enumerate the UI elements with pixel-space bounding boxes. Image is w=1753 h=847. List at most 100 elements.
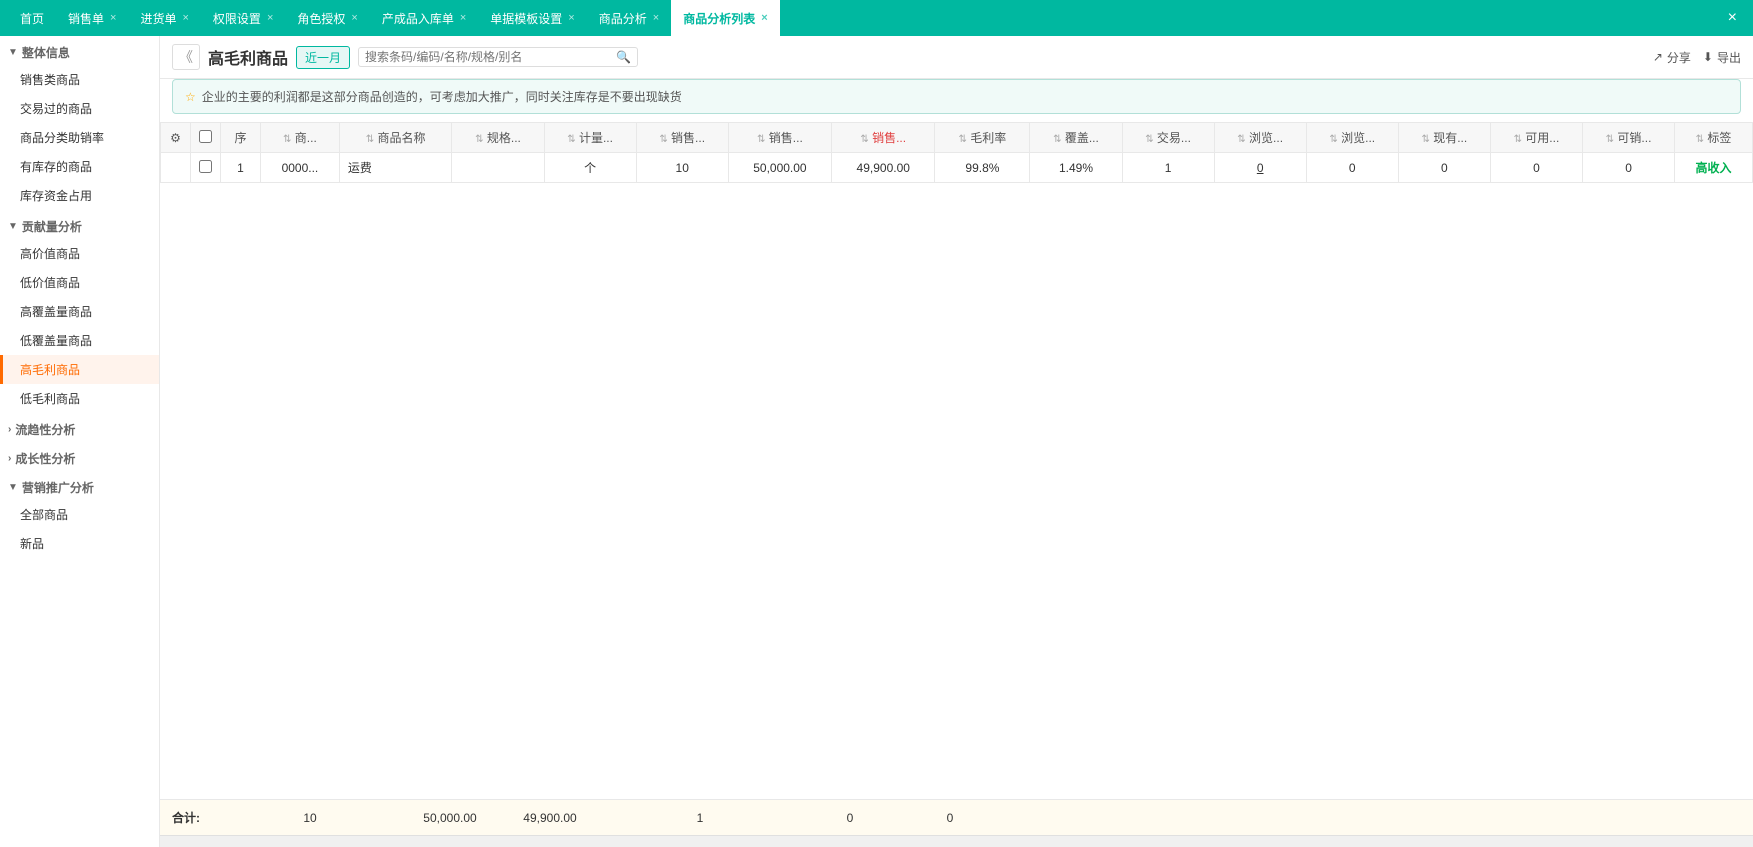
sidebar-item-low-margin[interactable]: 低毛利商品 xyxy=(0,384,159,413)
tab-home[interactable]: 首页 xyxy=(8,0,56,36)
close-tab-goods-analysis[interactable]: × xyxy=(653,12,659,24)
close-tab-sales[interactable]: × xyxy=(110,12,116,24)
cell-code: 0000... xyxy=(261,153,340,183)
sidebar-item-stock-goods[interactable]: 有库存的商品 xyxy=(0,152,159,181)
sidebar-collapse-button[interactable]: 《 xyxy=(172,44,200,70)
col-sale-amount[interactable]: ⇅ 销售... xyxy=(728,123,831,153)
footer-sale-amount: 50,000.00 xyxy=(400,811,500,825)
col-sort-tag: ⇅ xyxy=(1696,134,1704,145)
sidebar-group-marketing[interactable]: ▼ 营销推广分析 xyxy=(0,471,159,500)
col-sort-current: ⇅ xyxy=(1421,134,1429,145)
export-button[interactable]: ⬇ 导出 xyxy=(1703,49,1741,66)
tab-sales[interactable]: 销售单 × xyxy=(56,0,128,36)
close-tab-template[interactable]: × xyxy=(568,12,574,24)
col-browse1[interactable]: ⇅ 浏览... xyxy=(1214,123,1306,153)
sidebar-group-flow[interactable]: › 流趋性分析 xyxy=(0,413,159,442)
sidebar-item-new-goods[interactable]: 新品 xyxy=(0,529,159,558)
cell-spec xyxy=(452,153,544,183)
close-tab-purchase[interactable]: × xyxy=(182,12,188,24)
col-settings[interactable]: ⚙ xyxy=(161,123,191,153)
cell-saleable: 0 xyxy=(1583,153,1675,183)
sidebar-item-stock-capital[interactable]: 库存资金占用 xyxy=(0,181,159,210)
bottom-scrollbar[interactable] xyxy=(160,835,1753,847)
close-tab-role[interactable]: × xyxy=(351,12,357,24)
sidebar-item-sales-goods[interactable]: 销售类商品 xyxy=(0,65,159,94)
col-code[interactable]: ⇅ 商... xyxy=(261,123,340,153)
select-all-checkbox[interactable] xyxy=(199,130,212,143)
col-checkbox[interactable] xyxy=(191,123,221,153)
sidebar-item-high-value[interactable]: 高价值商品 xyxy=(0,239,159,268)
search-input[interactable] xyxy=(365,50,616,64)
table-area[interactable]: ⚙ 序 ⇅ 商... ⇅ 商品名称 ⇅ 规格... xyxy=(160,122,1753,799)
col-sale-qty[interactable]: ⇅ 销售... xyxy=(636,123,728,153)
sidebar-item-category-rate[interactable]: 商品分类助销率 xyxy=(0,123,159,152)
col-browse2[interactable]: ⇅ 浏览... xyxy=(1306,123,1398,153)
sidebar-item-traded-goods[interactable]: 交易过的商品 xyxy=(0,94,159,123)
arrow-overall: ▼ xyxy=(8,47,18,58)
close-tab-permission[interactable]: × xyxy=(267,12,273,24)
sidebar-item-low-coverage[interactable]: 低覆盖量商品 xyxy=(0,326,159,355)
cell-sale-qty: 10 xyxy=(636,153,728,183)
cell-gross-rate: 99.8% xyxy=(935,153,1030,183)
sidebar-group-overall[interactable]: ▼ 整体信息 xyxy=(0,36,159,65)
sidebar-item-all-goods[interactable]: 全部商品 xyxy=(0,500,159,529)
header-actions: ↗ 分享 ⬇ 导出 xyxy=(1653,49,1741,66)
search-icon[interactable]: 🔍 xyxy=(616,50,631,64)
col-coverage[interactable]: ⇅ 覆盖... xyxy=(1030,123,1122,153)
content-area: 《 高毛利商品 近一月 🔍 ↗ 分享 ⬇ 导出 ☆ 企业的主要的利润都是这部 xyxy=(160,36,1753,847)
col-spec[interactable]: ⇅ 规格... xyxy=(452,123,544,153)
top-nav: 首页 销售单 × 进货单 × 权限设置 × 角色授权 × 产成品入库单 × 单据… xyxy=(0,0,1753,36)
cell-seq: 1 xyxy=(221,153,261,183)
cell-tag: 高收入 xyxy=(1675,153,1753,183)
col-available[interactable]: ⇅ 可用... xyxy=(1490,123,1582,153)
cell-unit: 个 xyxy=(544,153,636,183)
page-title: 高毛利商品 xyxy=(208,45,288,69)
tab-purchase[interactable]: 进货单 × xyxy=(128,0,200,36)
sidebar-item-high-margin[interactable]: 高毛利商品 xyxy=(0,355,159,384)
filter-recent-month-button[interactable]: 近一月 xyxy=(296,46,350,69)
col-tag[interactable]: ⇅ 标签 xyxy=(1675,123,1753,153)
col-sale-profit[interactable]: ⇅ 销售... xyxy=(832,123,935,153)
cell-checkbox[interactable] xyxy=(191,153,221,183)
data-table: ⚙ 序 ⇅ 商... ⇅ 商品名称 ⇅ 规格... xyxy=(160,122,1753,183)
col-name[interactable]: ⇅ 商品名称 xyxy=(339,123,452,153)
search-box: 🔍 xyxy=(358,47,638,67)
cell-sale-profit: 49,900.00 xyxy=(832,153,935,183)
sidebar-item-high-coverage[interactable]: 高覆盖量商品 xyxy=(0,297,159,326)
row-checkbox[interactable] xyxy=(199,160,212,173)
tab-role[interactable]: 角色授权 × xyxy=(285,0,369,36)
footer-total: 合计: 10 50,000.00 49,900.00 1 0 0 xyxy=(160,799,1753,835)
footer-transaction: 1 xyxy=(600,811,800,825)
close-tab-goods-analysis-list[interactable]: × xyxy=(761,12,767,24)
tab-template[interactable]: 单据模板设置 × xyxy=(478,0,586,36)
col-current[interactable]: ⇅ 现有... xyxy=(1398,123,1490,153)
col-sort-saleable: ⇅ xyxy=(1606,134,1614,145)
cell-browse1[interactable]: 0 xyxy=(1214,153,1306,183)
sidebar-item-low-value[interactable]: 低价值商品 xyxy=(0,268,159,297)
cell-sale-amount: 50,000.00 xyxy=(728,153,831,183)
info-banner: ☆ 企业的主要的利润都是这部分商品创造的，可考虑加大推广，同时关注库存是不要出现… xyxy=(172,79,1741,114)
tab-permission[interactable]: 权限设置 × xyxy=(201,0,285,36)
cell-name[interactable]: 运费 xyxy=(339,153,452,183)
footer-sale-profit: 49,900.00 xyxy=(500,811,600,825)
col-gross-rate[interactable]: ⇅ 毛利率 xyxy=(935,123,1030,153)
tab-goods-analysis[interactable]: 商品分析 × xyxy=(587,0,671,36)
col-sort-sale-profit: ⇅ xyxy=(860,134,868,145)
sidebar-group-contribution[interactable]: ▼ 贡献量分析 xyxy=(0,210,159,239)
close-window-button[interactable]: × xyxy=(1720,9,1745,27)
share-button[interactable]: ↗ 分享 xyxy=(1653,49,1691,66)
content-header: 《 高毛利商品 近一月 🔍 ↗ 分享 ⬇ 导出 xyxy=(160,36,1753,79)
close-tab-product-inbound[interactable]: × xyxy=(460,12,466,24)
settings-icon[interactable]: ⚙ xyxy=(170,131,181,145)
col-saleable[interactable]: ⇅ 可销... xyxy=(1583,123,1675,153)
tab-product-inbound[interactable]: 产成品入库单 × xyxy=(370,0,478,36)
arrow-flow: › xyxy=(8,424,11,435)
info-icon: ☆ xyxy=(185,90,196,104)
sidebar-group-growth[interactable]: › 成长性分析 xyxy=(0,442,159,471)
tab-goods-analysis-list[interactable]: 商品分析列表 × xyxy=(671,0,779,36)
col-unit[interactable]: ⇅ 计量... xyxy=(544,123,636,153)
col-sort-sale-qty: ⇅ xyxy=(659,134,667,145)
col-transaction[interactable]: ⇅ 交易... xyxy=(1122,123,1214,153)
cell-current: 0 xyxy=(1398,153,1490,183)
cell-transaction: 1 xyxy=(1122,153,1214,183)
